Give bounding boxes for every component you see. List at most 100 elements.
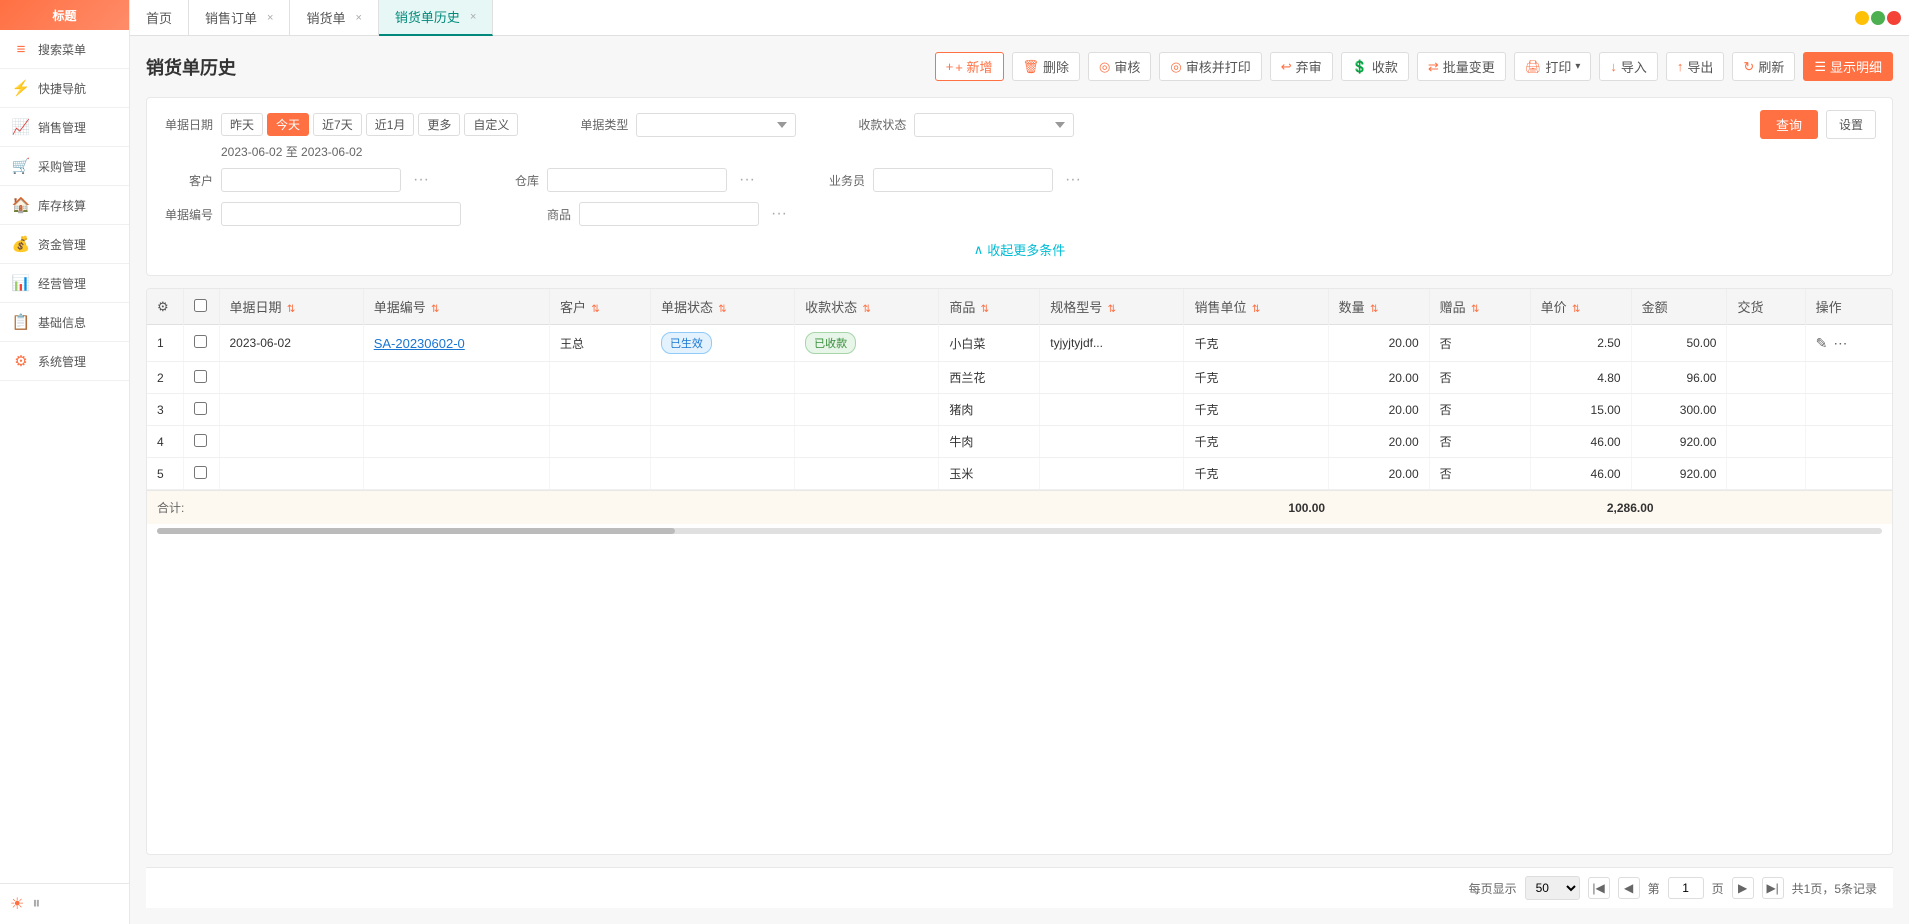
batch-change-button[interactable]: ⇄ 批量变更 (1417, 52, 1506, 81)
customer-input[interactable] (221, 168, 401, 192)
horizontal-scrollbar[interactable] (147, 524, 1892, 538)
sidebar-item-finance[interactable]: 💰 资金管理 (0, 225, 129, 264)
row-checkbox[interactable] (183, 426, 219, 458)
first-page-button[interactable]: |◀ (1588, 877, 1610, 899)
last-page-button[interactable]: ▶| (1762, 877, 1784, 899)
collect-status-cell (795, 362, 939, 394)
tab-sales-goods[interactable]: 销货单 × (290, 0, 378, 36)
tab-home[interactable]: 首页 (130, 0, 189, 36)
query-button[interactable]: 查询 (1760, 110, 1818, 139)
goods-ellipsis[interactable]: ··· (771, 205, 787, 223)
window-maximize-button[interactable] (1871, 11, 1885, 25)
goods-input[interactable] (579, 202, 759, 226)
date-range-value: 2023-06-02 至 2023-06-02 (221, 145, 362, 159)
window-minimize-button[interactable] (1855, 11, 1869, 25)
sidebar-item-operations[interactable]: 📊 经营管理 (0, 264, 129, 303)
gift-col-header[interactable]: 赠品 ⇅ (1429, 289, 1530, 325)
amount-cell: 300.00 (1631, 394, 1727, 426)
delete-icon: 🗑 (1023, 59, 1040, 75)
sidebar-bottom-icon2[interactable]: ⏸ (32, 895, 40, 913)
date-btn-7days[interactable]: 近7天 (313, 113, 362, 136)
select-all-checkbox[interactable] (194, 299, 207, 312)
date-btn-1month[interactable]: 近1月 (366, 113, 415, 136)
more-conditions-toggle[interactable]: ∧ 收起更多条件 (163, 236, 1876, 263)
sidebar-bottom-icon1[interactable]: ☀ (10, 894, 24, 914)
salesperson-input[interactable] (873, 168, 1053, 192)
warehouse-ellipsis[interactable]: ··· (739, 171, 755, 189)
customer-filter-label: 客户 (163, 172, 213, 189)
row-checkbox[interactable] (183, 458, 219, 490)
quantity-cell: 20.00 (1328, 426, 1429, 458)
customer-col-header[interactable]: 客户 ⇅ (549, 289, 650, 325)
sidebar-item-purchase-mgmt[interactable]: 🛒 采购管理 (0, 147, 129, 186)
customer-ellipsis[interactable]: ··· (413, 171, 429, 189)
sidebar-item-sales-mgmt[interactable]: 📈 销售管理 (0, 108, 129, 147)
sidebar-item-inventory[interactable]: 🏠 库存核算 (0, 186, 129, 225)
collect-button[interactable]: 💲 收款 (1341, 52, 1409, 81)
doctype-select[interactable] (636, 113, 796, 137)
doc-date-col-header[interactable]: 单据日期 ⇅ (219, 289, 363, 325)
show-detail-button[interactable]: ☰ 显示明细 (1803, 52, 1893, 81)
print-button[interactable]: 🖨 打印 ▾ (1514, 52, 1592, 81)
warehouse-input[interactable] (547, 168, 727, 192)
row-checkbox[interactable] (183, 394, 219, 426)
more-icon[interactable]: ⋯ (1833, 335, 1847, 352)
row-checkbox[interactable] (183, 325, 219, 362)
collect-status-select[interactable] (914, 113, 1074, 137)
doc-date-cell (219, 362, 363, 394)
doc-no-col-header[interactable]: 单据编号 ⇅ (363, 289, 549, 325)
page-number-input[interactable] (1668, 877, 1704, 899)
abandon-button[interactable]: ↩ 弃审 (1270, 52, 1333, 81)
filter-row-3: 单据编号 商品 ··· (163, 202, 1876, 226)
tab-sales-history[interactable]: 销货单历史 × (379, 0, 493, 36)
prev-page-button[interactable]: ◀ (1618, 877, 1640, 899)
table-settings-icon[interactable]: ⚙ (157, 299, 169, 314)
purchase-mgmt-icon: 🛒 (12, 157, 30, 175)
salesperson-ellipsis[interactable]: ··· (1065, 171, 1081, 189)
docno-input[interactable] (221, 202, 461, 226)
tab-sales-order-close[interactable]: × (267, 12, 273, 24)
sidebar-item-system-mgmt[interactable]: ⚙ 系统管理 (0, 342, 129, 381)
refresh-button[interactable]: ↻ 刷新 (1732, 52, 1795, 81)
tab-sales-order[interactable]: 销售订单 × (189, 0, 290, 36)
new-button[interactable]: + + 新增 (935, 52, 1004, 81)
doc-status-col-header[interactable]: 单据状态 ⇅ (650, 289, 794, 325)
spec-col-header[interactable]: 规格型号 ⇅ (1040, 289, 1184, 325)
tab-sales-goods-close[interactable]: × (355, 12, 361, 24)
doc-no-cell[interactable]: SA-20230602-0 (363, 325, 549, 362)
checkbox-col-header[interactable] (183, 289, 219, 325)
audit-print-button[interactable]: ◎ 审核并打印 (1159, 52, 1261, 81)
scrollbar-thumb[interactable] (157, 528, 675, 534)
unit-price-col-header[interactable]: 单价 ⇅ (1530, 289, 1631, 325)
edit-icon[interactable]: ✎ (1816, 335, 1828, 352)
date-btn-today[interactable]: 今天 (267, 113, 309, 136)
sidebar-item-quick-nav[interactable]: ⚡ 快捷导航 (0, 69, 129, 108)
tab-sales-history-close[interactable]: × (470, 11, 476, 23)
sidebar-item-search-menu[interactable]: ≡ 搜索菜单 (0, 30, 129, 69)
sidebar-item-base-info[interactable]: 📋 基础信息 (0, 303, 129, 342)
row-checkbox[interactable] (183, 362, 219, 394)
date-btn-more[interactable]: 更多 (418, 113, 460, 136)
audit-button[interactable]: ◎ 审核 (1088, 52, 1151, 81)
quantity-cell: 20.00 (1328, 394, 1429, 426)
date-btn-yesterday[interactable]: 昨天 (221, 113, 263, 136)
sales-unit-col-header[interactable]: 销售单位 ⇅ (1184, 289, 1328, 325)
export-button[interactable]: ↑ 导出 (1666, 52, 1725, 81)
date-value-display: 2023-06-02 至 2023-06-02 (221, 143, 1876, 160)
quantity-col-header[interactable]: 数量 ⇅ (1328, 289, 1429, 325)
import-button[interactable]: ↓ 导入 (1599, 52, 1658, 81)
date-btn-custom[interactable]: 自定义 (464, 113, 518, 136)
window-close-button[interactable] (1887, 11, 1901, 25)
goods-col-header[interactable]: 商品 ⇅ (939, 289, 1040, 325)
settings-button[interactable]: 设置 (1826, 110, 1876, 139)
abandon-icon: ↩ (1281, 59, 1292, 75)
transaction-cell (1727, 458, 1805, 490)
customer-cell (549, 458, 650, 490)
collect-status-cell (795, 458, 939, 490)
per-page-select[interactable]: 50 100 (1525, 876, 1580, 900)
gift-cell: 否 (1429, 394, 1530, 426)
collect-status-col-header[interactable]: 收款状态 ⇅ (795, 289, 939, 325)
settings-col-header[interactable]: ⚙ (147, 289, 183, 325)
next-page-button[interactable]: ▶ (1732, 877, 1754, 899)
delete-button[interactable]: 🗑 删除 (1012, 52, 1081, 81)
